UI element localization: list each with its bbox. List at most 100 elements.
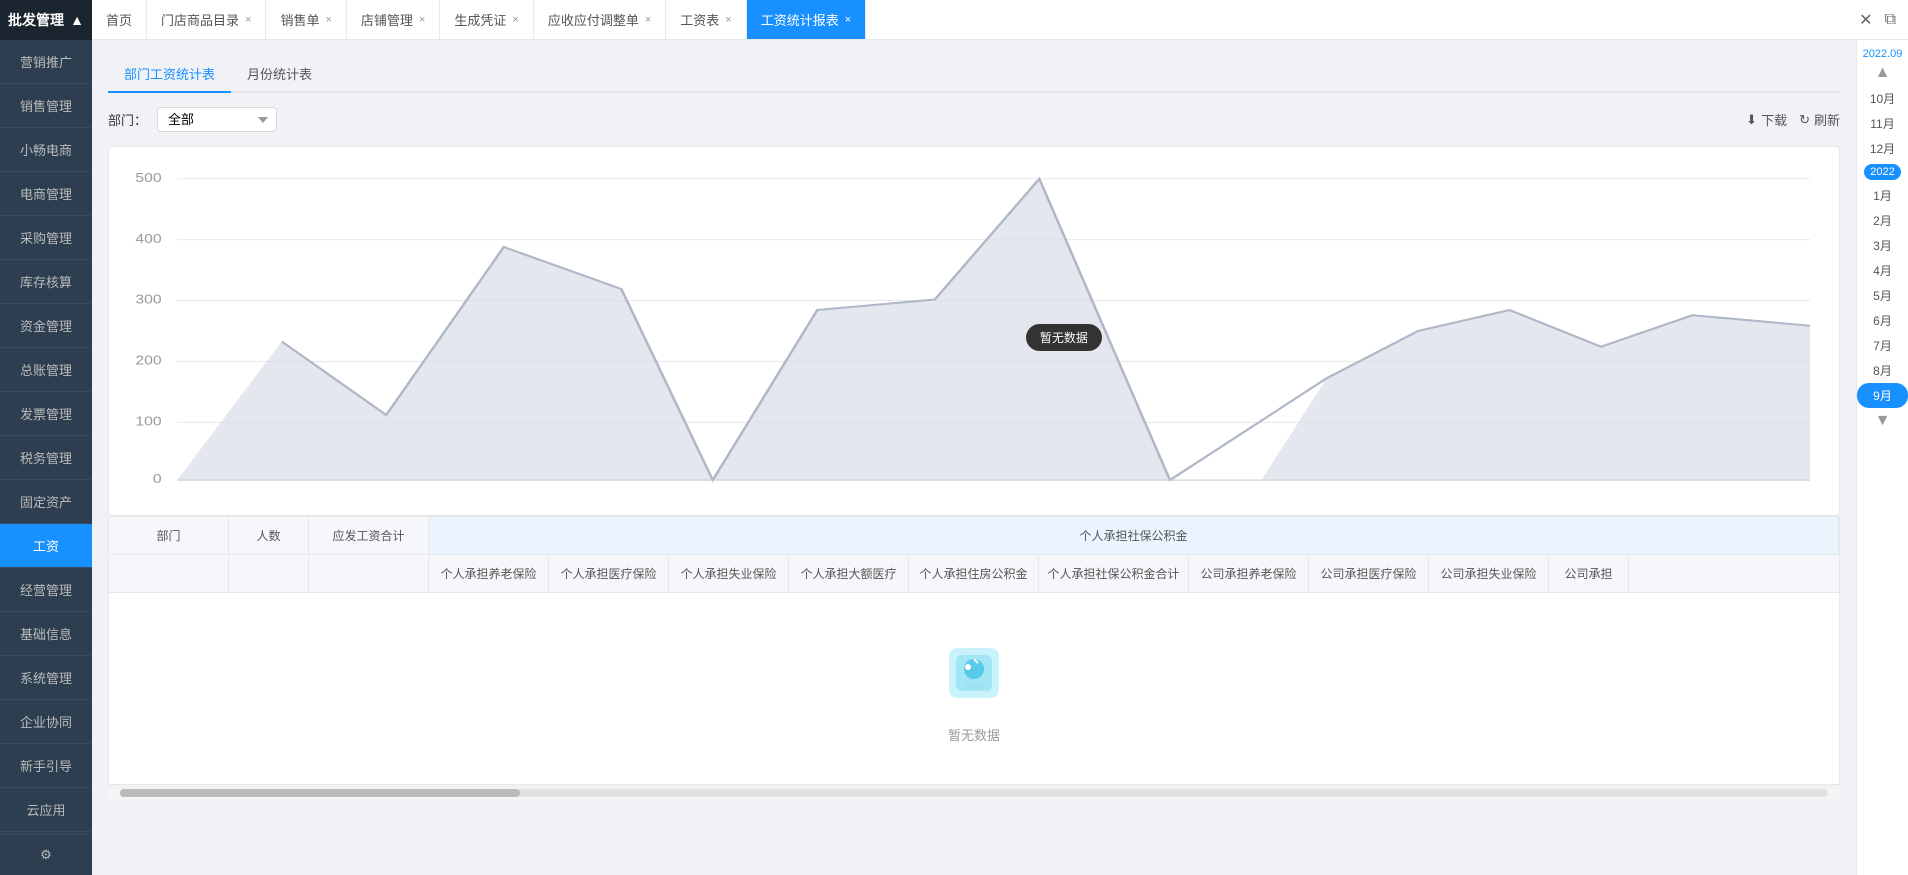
tab-scpz[interactable]: 生成凭证 × [440,0,533,40]
th-gryanglao: 个人承担养老保险 [429,555,549,592]
tab-dptgl-label: 店铺管理 [361,10,413,29]
th-salary2 [309,555,429,592]
sidebar-item-yxtt[interactable]: 营销推广 [0,40,92,84]
date-month-11[interactable]: 11月 [1857,111,1908,136]
date-month-2[interactable]: 2月 [1857,208,1908,233]
tab-xsd-label: 销售单 [280,10,319,29]
svg-text:300: 300 [135,293,161,307]
tab-xsd-close[interactable]: × [325,14,331,26]
date-month-12[interactable]: 12月 [1857,136,1908,161]
tab-home-label: 首页 [106,10,132,29]
sidebar-item-swgl[interactable]: 税务管理 [0,436,92,480]
sidebar-title: 批发管理 [8,10,64,30]
tab-gzb-close[interactable]: × [725,14,731,26]
date-month-7[interactable]: 7月 [1857,333,1908,358]
table-section: 部门 人数 应发工资合计 个人承担社保公积金 个人承担养老保险 个人承担医疗保险… [108,516,1840,785]
sidebar-item-fpgl[interactable]: 发票管理 [0,392,92,436]
sidebar-item-xcdsh[interactable]: 小畅电商 [0,128,92,172]
date-up-nav[interactable]: ▲ [1871,60,1895,86]
tab-scpz-close[interactable]: × [512,14,518,26]
horizontal-scrollbar[interactable] [120,789,1828,797]
date-month-9[interactable]: 9月 [1857,383,1908,408]
empty-icon [934,633,1014,713]
th-people2 [229,555,309,592]
sidebar-item-qyxt[interactable]: 企业协同 [0,700,92,744]
dept-label: 部门： [108,110,147,129]
download-icon: ⬇ [1746,112,1757,128]
sidebar-item-dshgl[interactable]: 电商管理 [0,172,92,216]
date-current-label[interactable]: 2022.09 [1863,48,1903,60]
chart-container: 500 400 300 200 100 0 [108,146,1840,516]
tab-xsd[interactable]: 销售单 × [266,0,346,40]
tab-gzb-label: 工资表 [680,10,719,29]
tab-dspmml[interactable]: 门店商品目录 × [147,0,266,40]
th-grshiye: 个人承担失业保险 [669,555,789,592]
th-grshebaogongjj: 个人承担社保公积金合计 [1039,555,1189,592]
tab-gztjbb[interactable]: 工资统计报表 × [747,0,866,40]
content-main: 部门工资统计表 月份统计表 部门： 全部 ⬇ 下载 ↻ [92,40,1856,875]
download-btn[interactable]: ⬇ 下载 [1746,110,1787,129]
date-month-8[interactable]: 8月 [1857,358,1908,383]
sidebar-item-zjgl[interactable]: 资金管理 [0,304,92,348]
date-year-badge[interactable]: 2022 [1864,164,1900,180]
tab-home[interactable]: 首页 [92,0,147,40]
tab-dptgl[interactable]: 店铺管理 × [347,0,440,40]
date-panel: 2022.09 ▲ 10月 11月 12月 2022 1月 2月 3月 4月 5… [1856,40,1908,875]
refresh-label: 刷新 [1814,110,1840,129]
content-area: 部门工资统计表 月份统计表 部门： 全部 ⬇ 下载 ↻ [92,40,1908,875]
date-month-5[interactable]: 5月 [1857,283,1908,308]
tab-scpz-label: 生成凭证 [454,10,506,29]
date-down-nav[interactable]: ▼ [1871,408,1895,434]
tab-dptgl-close[interactable]: × [419,14,425,26]
th-gryiliao: 个人承担医疗保险 [549,555,669,592]
svg-text:400: 400 [135,232,161,246]
chart-svg: 500 400 300 200 100 0 [125,163,1823,499]
sidebar-item-cgl[interactable]: 采购管理 [0,216,92,260]
sub-tabs: 部门工资统计表 月份统计表 [108,56,1840,93]
sidebar-item-xtgl[interactable]: 系统管理 [0,656,92,700]
date-month-10[interactable]: 10月 [1857,86,1908,111]
sidebar-item-zzgl[interactable]: 总账管理 [0,348,92,392]
download-label: 下载 [1761,110,1787,129]
date-month-6[interactable]: 6月 [1857,308,1908,333]
th-dept2 [109,555,229,592]
sidebar-header[interactable]: 批发管理 ▲ [0,0,92,40]
dept-select[interactable]: 全部 [157,107,277,132]
sidebar-item-gz[interactable]: 工资 [0,524,92,568]
sidebar-item-gdzcz[interactable]: 固定资产 [0,480,92,524]
date-month-3[interactable]: 3月 [1857,233,1908,258]
sidebar-item-kchsz[interactable]: 库存核算 [0,260,92,304]
scroll-thumb[interactable] [120,789,520,797]
sidebar-item-xsgl[interactable]: 销售管理 [0,84,92,128]
sidebar-item-yyyp[interactable]: 云应用 [0,788,92,832]
tab-dspmml-label: 门店商品目录 [161,10,239,29]
close-window-btn[interactable]: ✕ [1855,6,1876,34]
sidebar-collapse-icon[interactable]: ▲ [70,12,84,28]
sidebar-item-jygl[interactable]: 经营管理 [0,568,92,612]
svg-text:500: 500 [135,171,161,185]
th-people: 人数 [229,517,309,554]
subtab-bmgztjb[interactable]: 部门工资统计表 [108,56,231,93]
subtab-yftjb[interactable]: 月份统计表 [231,56,328,93]
th-gsyiliao: 公司承担医疗保险 [1309,555,1429,592]
restore-window-btn[interactable]: ⧉ [1881,7,1900,33]
tab-ysyftz-close[interactable]: × [645,14,651,26]
empty-state: 暂无数据 [109,593,1839,784]
sidebar-item-jcxx[interactable]: 基础信息 [0,612,92,656]
tab-gztjbb-close[interactable]: × [845,14,851,26]
date-month-1[interactable]: 1月 [1857,183,1908,208]
tab-gzb[interactable]: 工资表 × [666,0,746,40]
th-dept: 部门 [109,517,229,554]
sidebar: 批发管理 ▲ 营销推广 销售管理 小畅电商 电商管理 采购管理 库存核算 资金管… [0,0,92,875]
toolbar: 部门： 全部 ⬇ 下载 ↻ 刷新 [108,107,1840,132]
main-area: 首页 门店商品目录 × 销售单 × 店铺管理 × 生成凭证 × 应收应付调整单 … [92,0,1908,875]
sidebar-item-xsyd[interactable]: 新手引导 [0,744,92,788]
tab-ysyftz[interactable]: 应收应付调整单 × [534,0,666,40]
toolbar-right: ⬇ 下载 ↻ 刷新 [1746,110,1840,129]
tab-dspmml-close[interactable]: × [245,14,251,26]
th-grdaeyiliao: 个人承担大额医疗 [789,555,909,592]
empty-text: 暂无数据 [948,725,1000,744]
sidebar-settings[interactable]: ⚙ [0,834,92,875]
refresh-btn[interactable]: ↻ 刷新 [1799,110,1840,129]
date-month-4[interactable]: 4月 [1857,258,1908,283]
